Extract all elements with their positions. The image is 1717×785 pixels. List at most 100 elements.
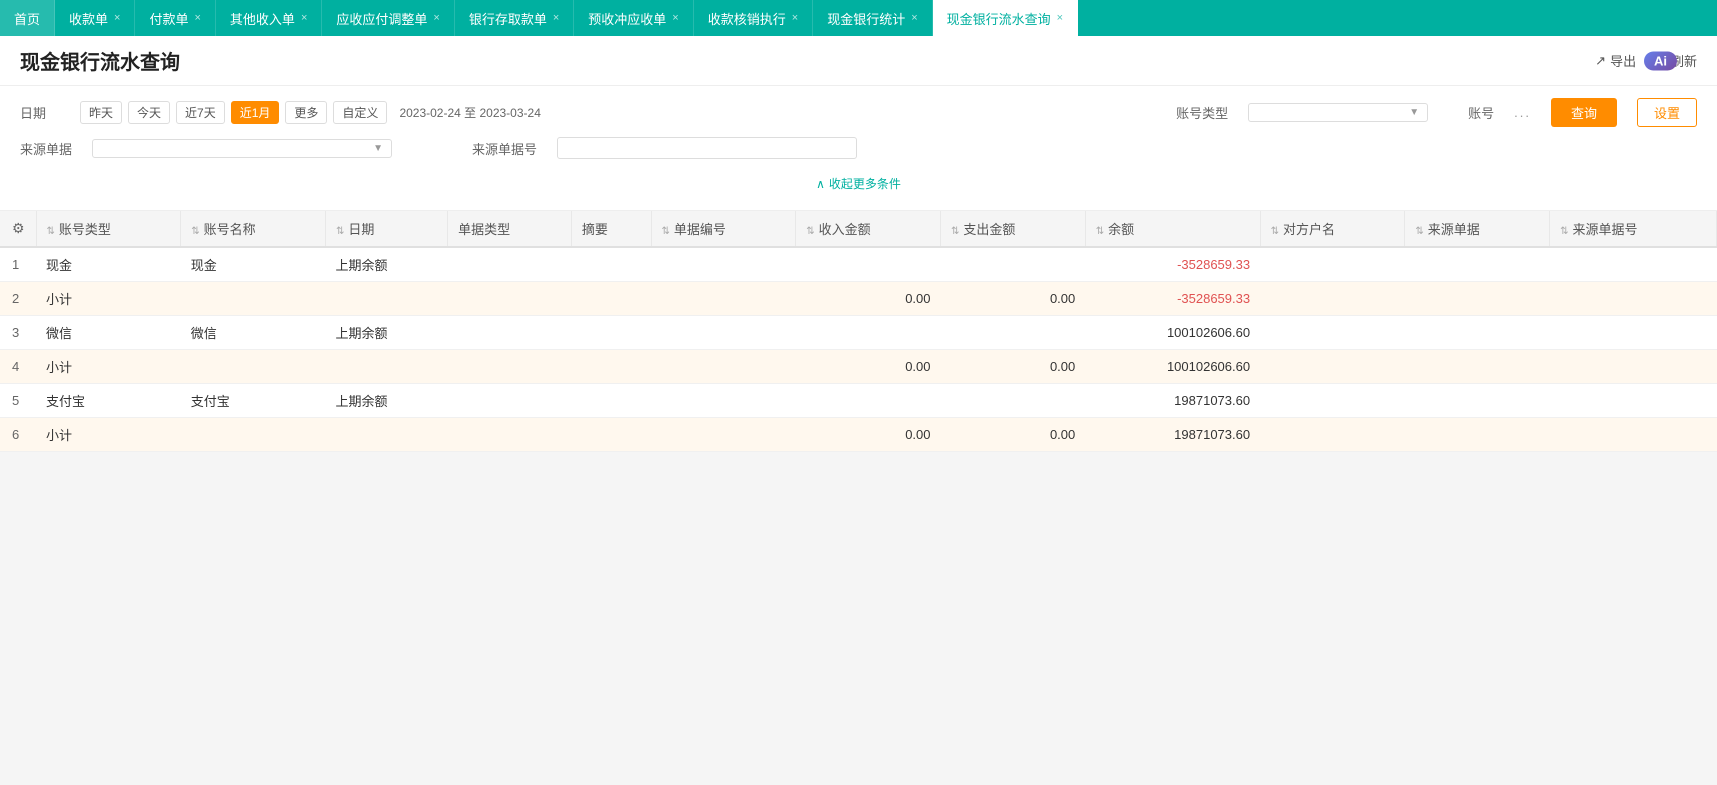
th-account-name[interactable]: ⇅账号名称: [181, 211, 326, 247]
source-doc-label: 来源单据: [20, 139, 72, 158]
th-source-doc[interactable]: ⇅来源单据: [1405, 211, 1550, 247]
td-doc-no: [651, 316, 796, 350]
td-summary: [571, 418, 651, 452]
account-dots[interactable]: ...: [1514, 105, 1531, 120]
td-date: 上期余额: [326, 247, 448, 282]
th-source-doc-no[interactable]: ⇅来源单据号: [1550, 211, 1717, 247]
td-balance: 100102606.60: [1085, 350, 1260, 384]
sort-arrows-icon: ⇅: [1096, 226, 1104, 237]
th-summary[interactable]: 摘要: [571, 211, 651, 247]
td-balance: 19871073.60: [1085, 418, 1260, 452]
table-row: 2 小计 0.00 0.00 -3528659.33: [0, 282, 1717, 316]
td-index: 6: [0, 418, 36, 452]
table-row: 4 小计 0.00 0.00 100102606.60: [0, 350, 1717, 384]
th-balance[interactable]: ⇅余额: [1085, 211, 1260, 247]
td-source-doc-no: [1550, 418, 1717, 452]
nav-home[interactable]: 首页: [0, 0, 55, 36]
td-date: [326, 350, 448, 384]
date-more[interactable]: 更多: [285, 101, 327, 124]
date-custom[interactable]: 自定义: [333, 101, 387, 124]
td-account-type: 支付宝: [36, 384, 181, 418]
table-row: 5 支付宝 支付宝 上期余额 19871073.60: [0, 384, 1717, 418]
th-gear[interactable]: ⚙: [0, 211, 36, 247]
td-source-doc: [1405, 282, 1550, 316]
page-title: 现金银行流水查询: [20, 46, 180, 75]
td-date: 上期余额: [326, 384, 448, 418]
nav-cash-bank-stats[interactable]: 现金银行统计 ×: [813, 0, 932, 36]
nav-bank-deposit[interactable]: 银行存取款单 ×: [455, 0, 574, 36]
td-index: 3: [0, 316, 36, 350]
td-index: 4: [0, 350, 36, 384]
close-icon[interactable]: ×: [792, 12, 798, 24]
th-doc-type[interactable]: 单据类型: [448, 211, 572, 247]
nav-cash-bank-flow[interactable]: 现金银行流水查询 ×: [933, 0, 1078, 36]
td-account-name: [181, 282, 326, 316]
collapse-up-icon: ∧: [816, 177, 825, 191]
query-button[interactable]: 查询: [1551, 98, 1617, 127]
settings-button[interactable]: 设置: [1637, 98, 1697, 127]
close-icon[interactable]: ×: [1057, 12, 1063, 24]
th-doc-no[interactable]: ⇅单据编号: [651, 211, 796, 247]
td-doc-type: [448, 350, 572, 384]
td-source-doc-no: [1550, 384, 1717, 418]
table-header-row: ⚙ ⇅账号类型 ⇅账号名称 ⇅日期 单据类型 摘要 ⇅单据编号 ⇅收入金额: [0, 211, 1717, 247]
close-icon[interactable]: ×: [672, 12, 678, 24]
th-expense[interactable]: ⇅支出金额: [941, 211, 1086, 247]
gear-icon: ⚙: [12, 220, 25, 236]
account-type-label: 账号类型: [1176, 103, 1228, 122]
td-expense: 0.00: [941, 418, 1086, 452]
date-yesterday[interactable]: 昨天: [80, 101, 122, 124]
nav-other-income[interactable]: 其他收入单 ×: [216, 0, 322, 36]
nav-receipt[interactable]: 收款单 ×: [55, 0, 135, 36]
td-account-type: 小计: [36, 418, 181, 452]
td-index: 2: [0, 282, 36, 316]
ai-badge[interactable]: Ai: [1644, 51, 1677, 70]
date-7days[interactable]: 近7天: [176, 101, 225, 124]
table-container: ⚙ ⇅账号类型 ⇅账号名称 ⇅日期 单据类型 摘要 ⇅单据编号 ⇅收入金额: [0, 211, 1717, 452]
td-date: [326, 282, 448, 316]
source-doc-select[interactable]: ▼: [92, 139, 392, 158]
th-date[interactable]: ⇅日期: [326, 211, 448, 247]
td-balance: -3528659.33: [1085, 282, 1260, 316]
export-button[interactable]: ↗ 导出: [1595, 51, 1636, 70]
close-icon[interactable]: ×: [194, 12, 200, 24]
close-icon[interactable]: ×: [553, 12, 559, 24]
td-summary: [571, 282, 651, 316]
td-source-doc-no: [1550, 247, 1717, 282]
td-index: 1: [0, 247, 36, 282]
td-counterparty: [1260, 418, 1405, 452]
td-source-doc: [1405, 316, 1550, 350]
td-source-doc: [1405, 247, 1550, 282]
nav-adjustment[interactable]: 应收应付调整单 ×: [322, 0, 454, 36]
date-label: 日期: [20, 103, 60, 122]
th-counterparty[interactable]: ⇅对方户名: [1260, 211, 1405, 247]
date-today[interactable]: 今天: [128, 101, 170, 124]
td-counterparty: [1260, 247, 1405, 282]
close-icon[interactable]: ×: [433, 12, 439, 24]
td-doc-type: [448, 316, 572, 350]
top-nav: 首页 收款单 × 付款单 × 其他收入单 × 应收应付调整单 × 银行存取款单 …: [0, 0, 1717, 36]
table-row: 3 微信 微信 上期余额 100102606.60: [0, 316, 1717, 350]
nav-collection-exec[interactable]: 收款核销执行 ×: [694, 0, 813, 36]
collapse-bar[interactable]: ∧ 收起更多条件: [20, 169, 1697, 198]
account-type-select[interactable]: ▼: [1248, 103, 1428, 122]
date-1month[interactable]: 近1月: [231, 101, 280, 124]
th-account-type[interactable]: ⇅账号类型: [36, 211, 181, 247]
page-header: 现金银行流水查询 ↗ 导出 ↺ 刷新 Ai: [0, 36, 1717, 86]
th-income[interactable]: ⇅收入金额: [796, 211, 941, 247]
close-icon[interactable]: ×: [301, 12, 307, 24]
chevron-down-icon: ▼: [1409, 107, 1419, 118]
td-doc-type: [448, 384, 572, 418]
td-account-type: 小计: [36, 282, 181, 316]
date-range: 2023-02-24 至 2023-03-24: [399, 104, 540, 121]
close-icon[interactable]: ×: [114, 12, 120, 24]
sort-arrows-icon: ⇅: [806, 226, 814, 237]
source-doc-no-input[interactable]: [557, 137, 857, 159]
export-icon: ↗: [1595, 53, 1606, 69]
nav-prepayment[interactable]: 预收冲应收单 ×: [574, 0, 693, 36]
sort-arrows-icon: ⇅: [336, 226, 344, 237]
nav-payment[interactable]: 付款单 ×: [135, 0, 215, 36]
filter-area: 日期 昨天 今天 近7天 近1月 更多 自定义 2023-02-24 至 202…: [0, 86, 1717, 211]
td-account-type: 小计: [36, 350, 181, 384]
close-icon[interactable]: ×: [911, 12, 917, 24]
